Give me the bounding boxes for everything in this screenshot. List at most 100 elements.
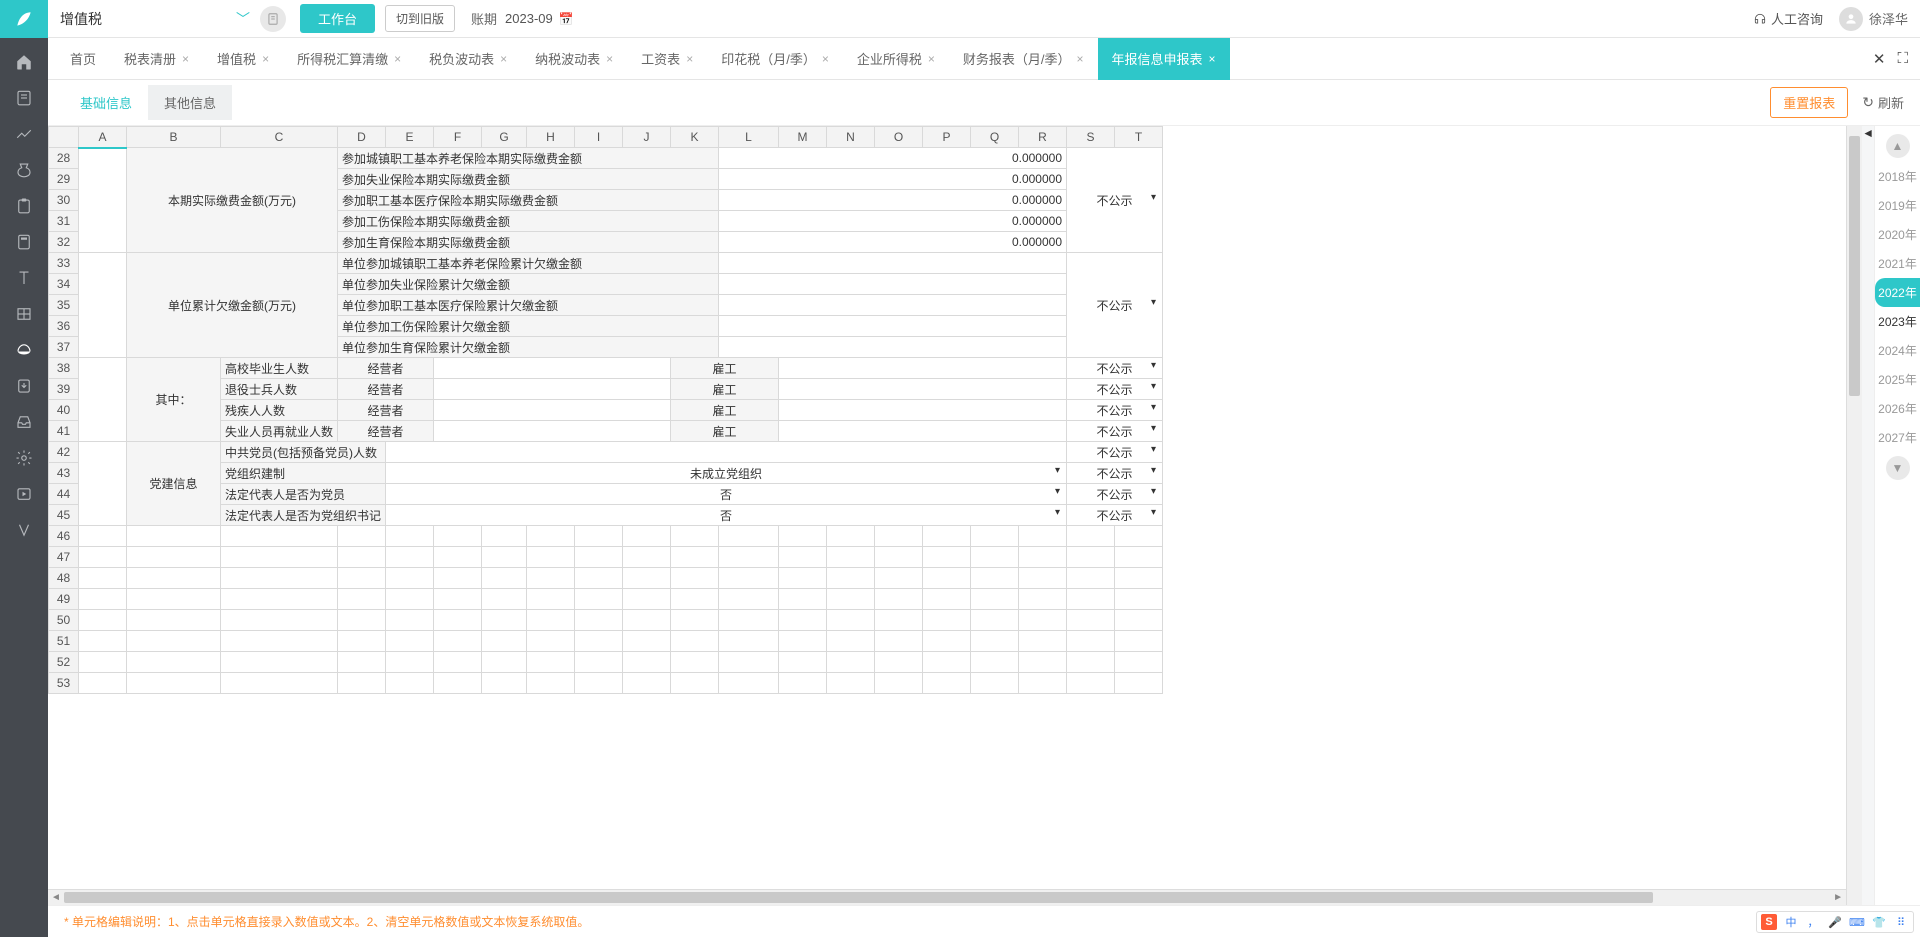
cell[interactable]: 中共党员(包括预备党员)人数	[221, 442, 386, 463]
cell[interactable]	[527, 673, 575, 694]
value-select[interactable]: 未成立党组织	[386, 463, 1067, 484]
row-number[interactable]: 37	[49, 337, 79, 358]
cell[interactable]	[338, 589, 386, 610]
cell[interactable]	[719, 253, 1067, 274]
cell[interactable]	[1067, 652, 1115, 673]
cell[interactable]	[1115, 673, 1163, 694]
col-header[interactable]: H	[527, 127, 575, 148]
h-scroll-thumb[interactable]	[64, 892, 1653, 903]
cell[interactable]	[1067, 673, 1115, 694]
cell[interactable]: 退役士兵人数	[221, 379, 338, 400]
value-select[interactable]: 否	[386, 505, 1067, 526]
cell[interactable]	[434, 379, 671, 400]
cell[interactable]: 单位参加生育保险累计欠缴金额	[338, 337, 719, 358]
corner-cell[interactable]	[49, 127, 79, 148]
cell[interactable]: 法定代表人是否为党员	[221, 484, 386, 505]
cell[interactable]	[875, 526, 923, 547]
col-header[interactable]: F	[434, 127, 482, 148]
cell[interactable]	[338, 547, 386, 568]
nav-text[interactable]	[0, 260, 48, 296]
cell[interactable]: 单位参加失业保险累计欠缴金额	[338, 274, 719, 295]
help-link[interactable]: 人工咨询	[1753, 9, 1823, 28]
col-header[interactable]: D	[338, 127, 386, 148]
tab-年报信息申报表[interactable]: 年报信息申报表×	[1098, 38, 1230, 80]
cell[interactable]	[127, 526, 221, 547]
cell[interactable]	[221, 673, 338, 694]
cell[interactable]: 单位参加职工基本医疗保险累计欠缴金额	[338, 295, 719, 316]
cell[interactable]: 经营者	[338, 358, 434, 379]
cell[interactable]	[434, 400, 671, 421]
cell[interactable]	[923, 526, 971, 547]
cell[interactable]	[623, 568, 671, 589]
avatar[interactable]	[1839, 7, 1863, 31]
cell[interactable]	[719, 631, 779, 652]
cell[interactable]	[79, 148, 127, 253]
close-icon[interactable]: ×	[182, 52, 189, 66]
tab-印花税（月/季）[interactable]: 印花税（月/季）×	[707, 38, 843, 80]
cell[interactable]	[434, 358, 671, 379]
scroll-left-icon[interactable]: ◄	[48, 890, 64, 905]
cell[interactable]	[338, 673, 386, 694]
publicity-select[interactable]: 不公示	[1067, 421, 1163, 442]
close-icon[interactable]: ×	[1077, 52, 1084, 66]
close-icon[interactable]: ×	[822, 52, 829, 66]
cell[interactable]	[1115, 652, 1163, 673]
col-header[interactable]: I	[575, 127, 623, 148]
cell[interactable]	[434, 673, 482, 694]
row-number[interactable]: 36	[49, 316, 79, 337]
cell[interactable]	[1115, 610, 1163, 631]
cell[interactable]	[575, 631, 623, 652]
row-number[interactable]: 28	[49, 148, 79, 169]
year-item[interactable]: 2019年	[1875, 191, 1920, 220]
cell[interactable]	[923, 652, 971, 673]
cell[interactable]	[827, 652, 875, 673]
scroll-right-icon[interactable]: ►	[1830, 890, 1846, 905]
row-number[interactable]: 42	[49, 442, 79, 463]
cell[interactable]	[79, 358, 127, 442]
year-item[interactable]: 2022年	[1875, 278, 1920, 307]
cell[interactable]	[827, 547, 875, 568]
cell[interactable]	[386, 568, 434, 589]
cell[interactable]	[827, 568, 875, 589]
cell[interactable]	[338, 526, 386, 547]
ime-skin-icon[interactable]: 👕	[1871, 914, 1887, 930]
publicity-select[interactable]: 不公示	[1067, 442, 1163, 463]
cell[interactable]	[719, 652, 779, 673]
cell[interactable]	[779, 652, 827, 673]
year-item[interactable]: 2023年	[1875, 307, 1920, 336]
year-item[interactable]: 2018年	[1875, 162, 1920, 191]
cell[interactable]	[623, 610, 671, 631]
cell[interactable]	[434, 589, 482, 610]
publicity-select[interactable]: 不公示	[1067, 253, 1163, 358]
close-icon[interactable]: ×	[928, 52, 935, 66]
cell[interactable]: 法定代表人是否为党组织书记	[221, 505, 386, 526]
year-down-icon[interactable]: ▼	[1886, 456, 1910, 480]
cell[interactable]	[719, 316, 1067, 337]
cell[interactable]	[875, 673, 923, 694]
ime-punct-btn[interactable]: ，	[1805, 914, 1821, 930]
cell[interactable]	[434, 610, 482, 631]
cell[interactable]	[221, 589, 338, 610]
cell[interactable]	[127, 610, 221, 631]
cell[interactable]	[623, 589, 671, 610]
workspace-button[interactable]: 工作台	[300, 4, 375, 33]
tab-增值税[interactable]: 增值税×	[203, 38, 283, 80]
cell[interactable]	[719, 673, 779, 694]
cell[interactable]	[971, 589, 1019, 610]
nav-calc[interactable]	[0, 224, 48, 260]
row-number[interactable]: 41	[49, 421, 79, 442]
cell[interactable]	[575, 568, 623, 589]
expand-icon[interactable]: ⛶	[1897, 50, 1908, 67]
nav-money[interactable]	[0, 152, 48, 188]
cell[interactable]	[827, 631, 875, 652]
cell[interactable]	[79, 526, 127, 547]
close-icon[interactable]: ×	[394, 52, 401, 66]
cell[interactable]: 雇工	[671, 400, 779, 421]
col-header[interactable]: Q	[971, 127, 1019, 148]
cell[interactable]	[1019, 631, 1067, 652]
col-header[interactable]: R	[1019, 127, 1067, 148]
cell[interactable]	[923, 610, 971, 631]
cell[interactable]	[719, 337, 1067, 358]
cell[interactable]: 经营者	[338, 379, 434, 400]
cell[interactable]: 0.000000	[719, 169, 1067, 190]
